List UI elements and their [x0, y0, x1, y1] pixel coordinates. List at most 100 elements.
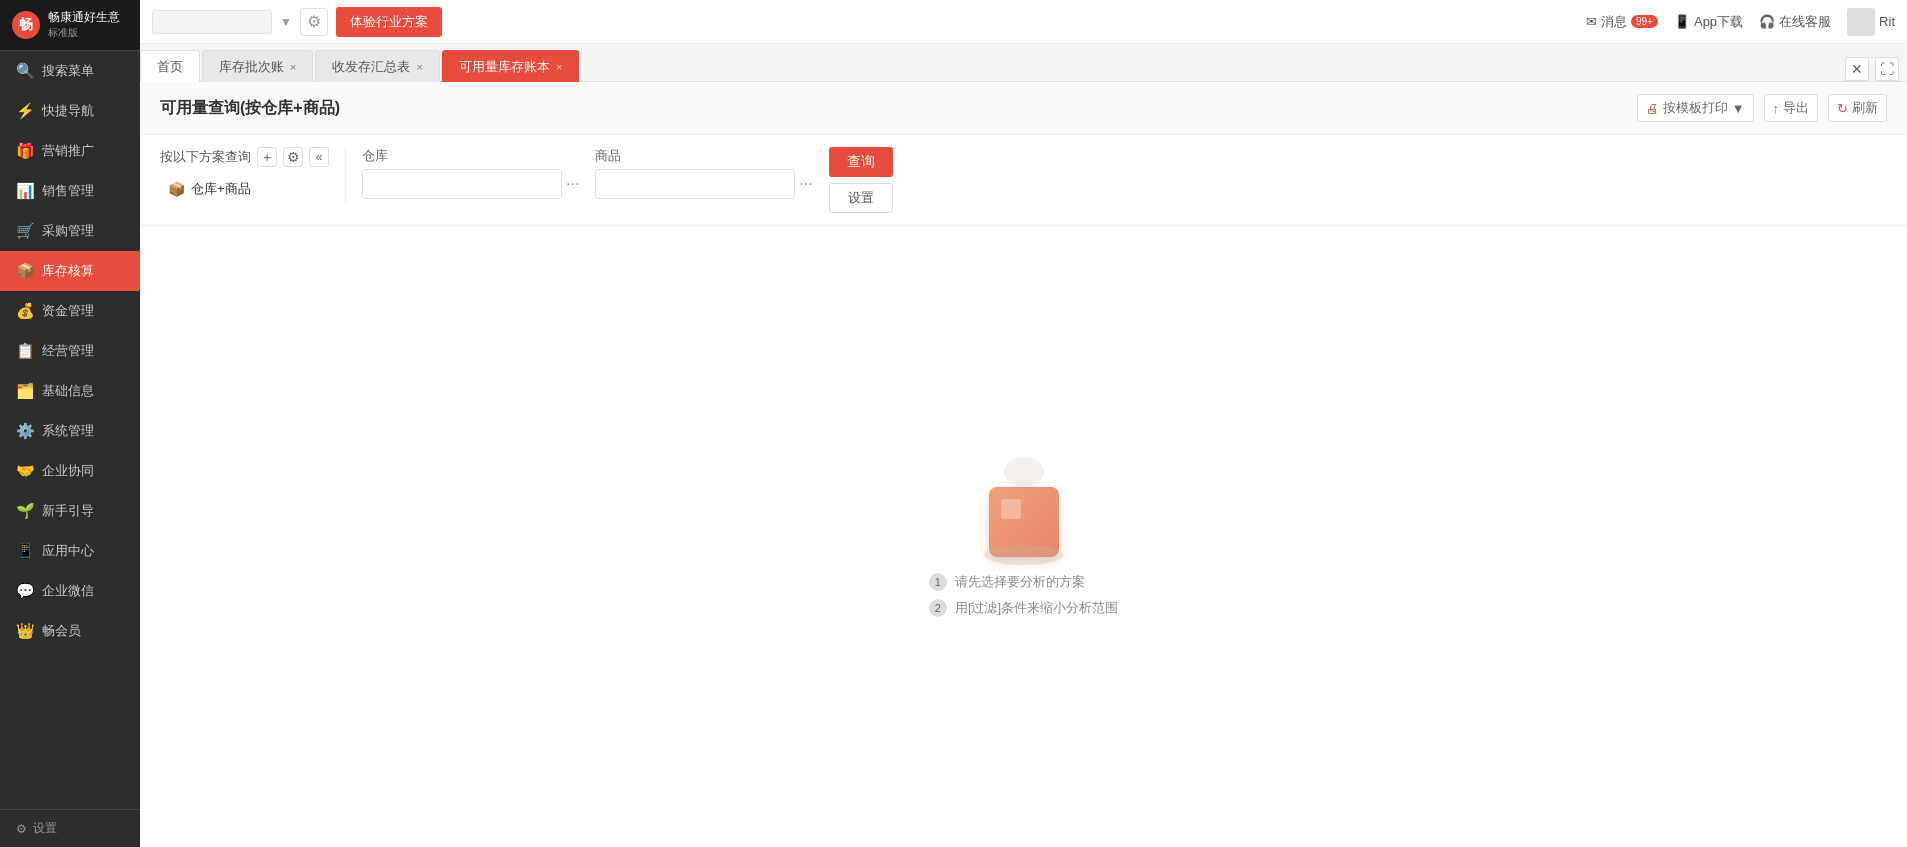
- topbar-right: ✉ 消息 99+ 📱 App下载 🎧 在线客服 Rit: [1586, 8, 1895, 36]
- empty-tip-2: 2 用[过滤]条件来缩小分析范围: [929, 599, 1118, 617]
- tab-close-button[interactable]: ✕: [1845, 57, 1869, 81]
- tab-home[interactable]: 首页: [140, 50, 200, 82]
- sidebar-item-label: 搜索菜单: [42, 62, 94, 80]
- industry-solution-button[interactable]: 体验行业方案: [336, 7, 442, 37]
- phone-icon: 📱: [1674, 14, 1690, 29]
- sidebar-sales-icon: 📊: [16, 182, 34, 200]
- settings-scheme-button[interactable]: ⚙: [283, 147, 303, 167]
- main-area: ▼ ⚙ 体验行业方案 ✉ 消息 99+ 📱 App下载 🎧 在线客服 Rit: [140, 0, 1907, 847]
- empty-glow: [984, 545, 1064, 565]
- tip-num-1: 1: [929, 573, 947, 591]
- topbar: ▼ ⚙ 体验行业方案 ✉ 消息 99+ 📱 App下载 🎧 在线客服 Rit: [140, 0, 1907, 44]
- user-avatar[interactable]: Rit: [1847, 8, 1895, 36]
- goods-label: 商品: [595, 147, 812, 165]
- tab-collect-label: 收发存汇总表: [332, 58, 410, 76]
- sidebar-item-label: 销售管理: [42, 182, 94, 200]
- empty-smoke: [1004, 457, 1044, 487]
- filter-settings-button[interactable]: 设置: [829, 183, 893, 213]
- sidebar-enterprise-icon: 🤝: [16, 462, 34, 480]
- page-content: 可用量查询(按仓库+商品) 🖨 按模板打印 ▼ ↑ 导出 ↻ 刷新: [140, 82, 1907, 847]
- sidebar-item-label: 企业协同: [42, 462, 94, 480]
- topbar-chevron-icon[interactable]: ▼: [280, 15, 292, 29]
- sidebar-newbie-icon: 🌱: [16, 502, 34, 520]
- sidebar-item-label: 新手引导: [42, 502, 94, 520]
- sidebar-item-member[interactable]: 👑 畅会员: [0, 611, 140, 651]
- add-scheme-button[interactable]: +: [257, 147, 277, 167]
- sidebar-item-operations[interactable]: 📋 经营管理: [0, 331, 140, 371]
- print-chevron-icon: ▼: [1732, 101, 1745, 116]
- sidebar-item-search[interactable]: 🔍 搜索菜单: [0, 51, 140, 91]
- sidebar-item-label: 营销推广: [42, 142, 94, 160]
- tab-expand-button[interactable]: ⛶: [1875, 57, 1899, 81]
- print-template-button[interactable]: 🖨 按模板打印 ▼: [1637, 94, 1754, 122]
- sidebar-item-basic[interactable]: 🗂️ 基础信息: [0, 371, 140, 411]
- sidebar-item-label: 畅会员: [42, 622, 81, 640]
- sidebar-system-icon: ⚙️: [16, 422, 34, 440]
- sidebar-item-enterprise[interactable]: 🤝 企业协同: [0, 451, 140, 491]
- export-button[interactable]: ↑ 导出: [1764, 94, 1819, 122]
- sidebar-marketing-icon: 🎁: [16, 142, 34, 160]
- topbar-search-input[interactable]: [152, 10, 272, 34]
- tip-text-1: 请先选择要分析的方案: [955, 573, 1085, 591]
- tab-available-label: 可用量库存账本: [459, 58, 550, 76]
- goods-more-button[interactable]: ···: [799, 176, 812, 192]
- sidebar-item-purchase[interactable]: 🛒 采购管理: [0, 211, 140, 251]
- sidebar-header: 畅 畅康通好生意 标准版: [0, 0, 140, 51]
- collapse-panel-button[interactable]: «: [309, 147, 329, 167]
- sidebar-item-label: 经营管理: [42, 342, 94, 360]
- topbar-gear-icon[interactable]: ⚙: [300, 8, 328, 36]
- headphone-icon: 🎧: [1759, 14, 1775, 29]
- sidebar-inventory-icon: 📦: [16, 262, 34, 280]
- message-button[interactable]: ✉ 消息 99+: [1586, 13, 1658, 31]
- sidebar-item-label: 库存核算: [42, 262, 94, 280]
- message-badge: 99+: [1631, 15, 1658, 28]
- query-button[interactable]: 查询: [829, 147, 893, 177]
- goods-input[interactable]: [595, 169, 795, 199]
- warehouse-input[interactable]: [362, 169, 562, 199]
- sidebar-item-newbie[interactable]: 🌱 新手引导: [0, 491, 140, 531]
- sidebar-basic-icon: 🗂️: [16, 382, 34, 400]
- empty-illustration: [974, 457, 1074, 557]
- page-title: 可用量查询(按仓库+商品): [160, 98, 340, 119]
- filter-action-buttons: 查询 设置: [829, 147, 893, 213]
- tab-available[interactable]: 可用量库存账本 ×: [442, 50, 579, 82]
- avatar-image: [1847, 8, 1875, 36]
- sidebar-item-appstore[interactable]: 📱 应用中心: [0, 531, 140, 571]
- sidebar-item-marketing[interactable]: 🎁 营销推广: [0, 131, 140, 171]
- app-download-button[interactable]: 📱 App下载: [1674, 13, 1743, 31]
- sidebar: 畅 畅康通好生意 标准版 🔍 搜索菜单 ⚡ 快捷导航 🎁 营销推广 📊 销售管理…: [0, 0, 140, 847]
- sidebar-item-sales[interactable]: 📊 销售管理: [0, 171, 140, 211]
- refresh-icon: ↻: [1837, 101, 1848, 116]
- sidebar-nav: 🔍 搜索菜单 ⚡ 快捷导航 🎁 营销推广 📊 销售管理 🛒 采购管理 📦 库存核…: [0, 51, 140, 809]
- tab-batch[interactable]: 库存批次账 ×: [202, 50, 313, 82]
- sidebar-item-label: 企业微信: [42, 582, 94, 600]
- warehouse-field: 仓库 ···: [362, 147, 579, 199]
- sidebar-operations-icon: 📋: [16, 342, 34, 360]
- sidebar-member-icon: 👑: [16, 622, 34, 640]
- warehouse-label: 仓库: [362, 147, 579, 165]
- scheme-warehouse-goods[interactable]: 📦 仓库+商品: [160, 175, 329, 203]
- sidebar-wechat-icon: 💬: [16, 582, 34, 600]
- sidebar-item-label: 基础信息: [42, 382, 94, 400]
- warehouse-more-button[interactable]: ···: [566, 176, 579, 192]
- sidebar-item-label: 快捷导航: [42, 102, 94, 120]
- sidebar-logo: 畅: [12, 11, 40, 39]
- sidebar-item-wechat[interactable]: 💬 企业微信: [0, 571, 140, 611]
- sidebar-item-system[interactable]: ⚙️ 系统管理: [0, 411, 140, 451]
- tab-collect[interactable]: 收发存汇总表 ×: [315, 50, 439, 82]
- sidebar-item-inventory[interactable]: 📦 库存核算: [0, 251, 140, 291]
- tab-batch-close[interactable]: ×: [290, 61, 296, 73]
- tab-home-label: 首页: [157, 58, 183, 76]
- sidebar-search-icon: 🔍: [16, 62, 34, 80]
- refresh-button[interactable]: ↻ 刷新: [1828, 94, 1887, 122]
- sidebar-item-label: 采购管理: [42, 222, 94, 240]
- tip-text-2: 用[过滤]条件来缩小分析范围: [955, 599, 1118, 617]
- empty-state: 1 请先选择要分析的方案 2 用[过滤]条件来缩小分析范围: [140, 226, 1907, 847]
- tab-available-close[interactable]: ×: [556, 61, 562, 73]
- sidebar-item-shortcut[interactable]: ⚡ 快捷导航: [0, 91, 140, 131]
- page-header: 可用量查询(按仓库+商品) 🖨 按模板打印 ▼ ↑ 导出 ↻ 刷新: [140, 82, 1907, 135]
- export-icon: ↑: [1773, 101, 1780, 116]
- tab-collect-close[interactable]: ×: [416, 61, 422, 73]
- sidebar-item-finance[interactable]: 💰 资金管理: [0, 291, 140, 331]
- online-service-button[interactable]: 🎧 在线客服: [1759, 13, 1831, 31]
